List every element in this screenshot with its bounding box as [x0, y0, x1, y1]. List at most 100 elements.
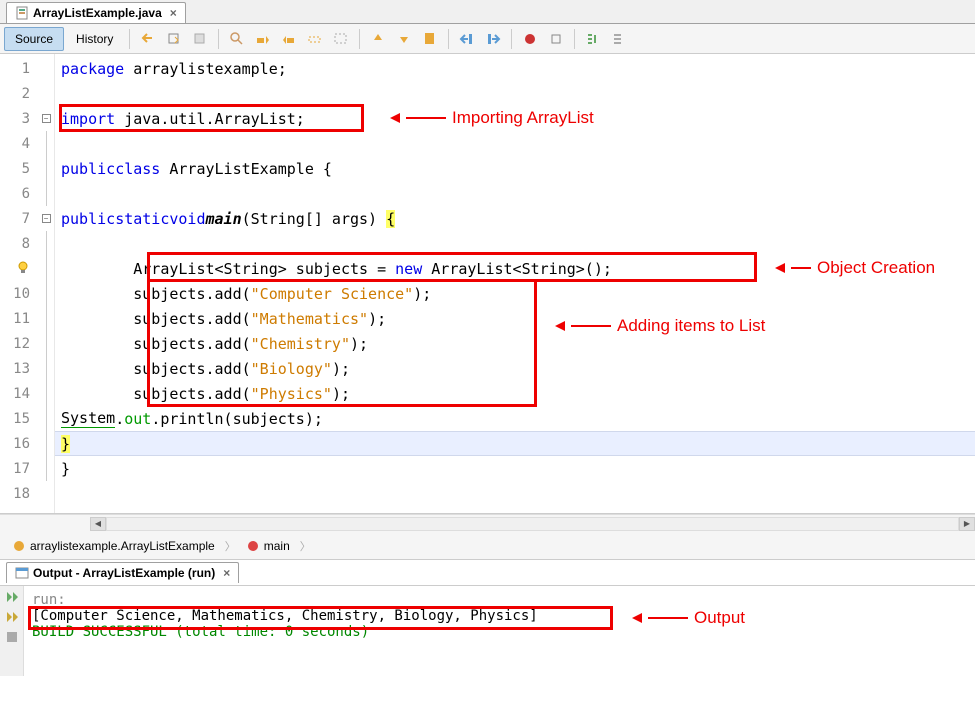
line-number: 4: [0, 136, 38, 152]
scroll-right-button[interactable]: ▶: [959, 517, 975, 531]
gutter-row: [0, 256, 54, 281]
find-prev-icon[interactable]: [251, 27, 275, 51]
annotation-import: Importing ArrayList: [390, 108, 594, 128]
line-number: 5: [0, 161, 38, 177]
line-number: 8: [0, 236, 38, 252]
selection-icon[interactable]: [329, 27, 353, 51]
output-icon: [15, 566, 29, 580]
separator: [359, 29, 360, 49]
lightbulb-icon: [0, 260, 38, 278]
gutter-row: 10: [0, 281, 54, 306]
comment-icon[interactable]: [581, 27, 605, 51]
uncomment-icon[interactable]: [607, 27, 631, 51]
highlight-icon[interactable]: [303, 27, 327, 51]
line-number: 17: [0, 461, 38, 477]
find-icon[interactable]: [225, 27, 249, 51]
close-icon[interactable]: ×: [223, 566, 230, 580]
line-number: 1: [0, 61, 38, 77]
gutter-row: 3−: [0, 106, 54, 131]
nav-back-icon[interactable]: [136, 27, 160, 51]
line-number: 6: [0, 186, 38, 202]
gutter-row: 4: [0, 131, 54, 156]
code-line[interactable]: System.out.println(subjects);: [55, 406, 975, 431]
code-line[interactable]: subjects.add("Mathematics");: [55, 306, 975, 331]
macro-stop-icon[interactable]: [544, 27, 568, 51]
source-view-button[interactable]: Source: [4, 27, 64, 51]
output-build-line: BUILD SUCCESSFUL (total time: 0 seconds): [32, 624, 967, 640]
code-line[interactable]: }: [55, 456, 975, 481]
code-line[interactable]: [55, 481, 975, 506]
line-gutter: 123−4567−8101112131415161718: [0, 54, 55, 513]
toolbar-icon-3[interactable]: [188, 27, 212, 51]
next-bookmark-icon[interactable]: [392, 27, 416, 51]
class-icon: [12, 539, 26, 553]
fold-column: −: [38, 214, 54, 223]
fold-column: [38, 306, 54, 331]
code-line[interactable]: subjects.add("Chemistry");: [55, 331, 975, 356]
fold-column: [38, 456, 54, 481]
fold-column: [38, 156, 54, 181]
gutter-row: 2: [0, 81, 54, 106]
output-panel: run: [Computer Science, Mathematics, Che…: [0, 586, 975, 676]
chevron-right-icon: 〉: [300, 538, 311, 554]
fold-toggle-icon[interactable]: −: [42, 114, 51, 123]
fold-column: [38, 331, 54, 356]
editor-area: 123−4567−8101112131415161718 Importing A…: [0, 54, 975, 514]
line-number: 18: [0, 486, 38, 502]
prev-bookmark-icon[interactable]: [366, 27, 390, 51]
code-line[interactable]: public static void main(String[] args) {: [55, 206, 975, 231]
code-line[interactable]: }: [55, 431, 975, 456]
file-tab[interactable]: ArrayListExample.java ×: [6, 2, 186, 23]
macro-record-icon[interactable]: [518, 27, 542, 51]
line-number: 11: [0, 311, 38, 327]
shift-right-icon[interactable]: [481, 27, 505, 51]
separator: [448, 29, 449, 49]
gutter-row: 5: [0, 156, 54, 181]
code-line[interactable]: public class ArrayListExample {: [55, 156, 975, 181]
fold-column: [38, 356, 54, 381]
breadcrumb-method[interactable]: main: [240, 537, 296, 555]
code-line[interactable]: [55, 81, 975, 106]
rerun-debug-icon[interactable]: [5, 610, 19, 624]
fold-column: [38, 131, 54, 156]
find-next-icon[interactable]: [277, 27, 301, 51]
line-number: 12: [0, 336, 38, 352]
breadcrumb-class[interactable]: arraylistexample.ArrayListExample: [6, 537, 221, 555]
output-text[interactable]: run: [Computer Science, Mathematics, Che…: [24, 586, 975, 676]
java-file-icon: [15, 6, 29, 20]
fold-column: [38, 406, 54, 431]
chevron-right-icon: 〉: [225, 538, 236, 554]
gutter-row: 17: [0, 456, 54, 481]
code-area[interactable]: Importing ArrayList Object Creation Addi…: [55, 54, 975, 513]
fold-toggle-icon[interactable]: −: [42, 214, 51, 223]
separator: [129, 29, 130, 49]
gutter-row: 13: [0, 356, 54, 381]
line-number: 14: [0, 386, 38, 402]
code-line[interactable]: package arraylistexample;: [55, 56, 975, 81]
output-tab[interactable]: Output - ArrayListExample (run) ×: [6, 562, 239, 583]
rerun-icon[interactable]: [5, 590, 19, 604]
nav-forward-icon[interactable]: [162, 27, 186, 51]
stop-icon[interactable]: [5, 630, 19, 644]
gutter-row: 6: [0, 181, 54, 206]
shift-left-icon[interactable]: [455, 27, 479, 51]
code-line[interactable]: [55, 181, 975, 206]
line-number: 16: [0, 436, 38, 452]
history-view-button[interactable]: History: [66, 27, 123, 51]
close-icon[interactable]: ×: [170, 6, 177, 20]
scroll-left-button[interactable]: ◀: [90, 517, 106, 531]
scroll-track[interactable]: [106, 517, 959, 531]
gutter-row: 15: [0, 406, 54, 431]
toggle-bookmark-icon[interactable]: [418, 27, 442, 51]
fold-column: [38, 281, 54, 306]
code-line[interactable]: subjects.add("Computer Science");: [55, 281, 975, 306]
fold-column: −: [38, 114, 54, 123]
code-line[interactable]: [55, 231, 975, 256]
code-line[interactable]: [55, 131, 975, 156]
gutter-row: 7−: [0, 206, 54, 231]
code-line[interactable]: subjects.add("Physics");: [55, 381, 975, 406]
gutter-row: 16: [0, 431, 54, 456]
fold-column: [38, 256, 54, 281]
horizontal-scrollbar[interactable]: ◀ ▶: [0, 514, 975, 532]
code-line[interactable]: subjects.add("Biology");: [55, 356, 975, 381]
